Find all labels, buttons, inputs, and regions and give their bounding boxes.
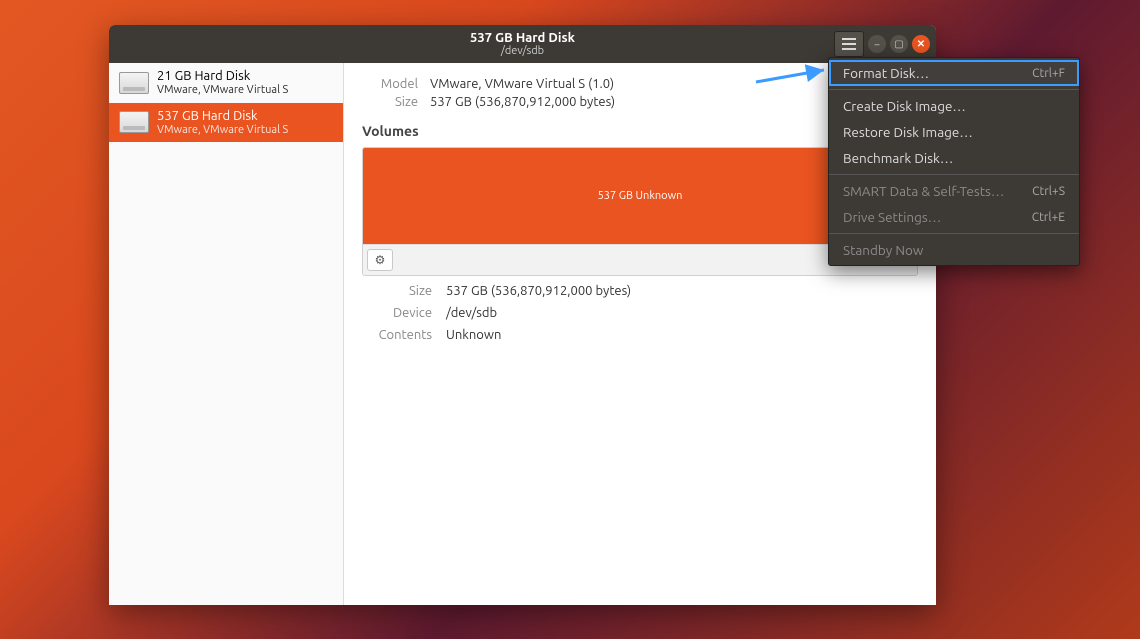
hamburger-menu-button[interactable] bbox=[834, 31, 864, 57]
menu-item: Standby Now bbox=[829, 237, 1079, 263]
label-vol-device: Device bbox=[362, 306, 432, 320]
title-wrap: 537 GB Hard Disk /dev/sdb bbox=[470, 31, 575, 57]
label-vol-contents: Contents bbox=[362, 328, 432, 342]
menu-item[interactable]: Restore Disk Image… bbox=[829, 119, 1079, 145]
disk-name: 537 GB Hard Disk bbox=[157, 109, 288, 124]
volume-bar-text: 537 GB Unknown bbox=[598, 190, 683, 202]
hard-disk-icon bbox=[119, 72, 149, 94]
gear-icon: ⚙ bbox=[375, 253, 386, 267]
menu-item[interactable]: Create Disk Image… bbox=[829, 93, 1079, 119]
menu-item-shortcut: Ctrl+E bbox=[1032, 211, 1065, 224]
volume-options-button[interactable]: ⚙ bbox=[367, 249, 393, 271]
value-size: 537 GB (536,870,912,000 bytes) bbox=[430, 95, 615, 109]
disk-sub: VMware, VMware Virtual S bbox=[157, 84, 288, 97]
kv-vol-size: Size 537 GB (536,870,912,000 bytes) bbox=[362, 284, 918, 298]
hard-disk-icon bbox=[119, 111, 149, 133]
menu-item: SMART Data & Self-Tests… Ctrl+S bbox=[829, 178, 1079, 204]
kv-vol-device: Device /dev/sdb bbox=[362, 306, 918, 320]
sidebar-disk-item-selected[interactable]: 537 GB Hard Disk VMware, VMware Virtual … bbox=[109, 103, 343, 143]
disk-name: 21 GB Hard Disk bbox=[157, 69, 288, 84]
menu-item: Drive Settings… Ctrl+E bbox=[829, 204, 1079, 230]
titlebar: 537 GB Hard Disk /dev/sdb – ▢ ✕ bbox=[109, 25, 936, 63]
disks-window: 537 GB Hard Disk /dev/sdb – ▢ ✕ 21 GB Ha… bbox=[109, 25, 936, 605]
value-vol-size: 537 GB (536,870,912,000 bytes) bbox=[446, 284, 631, 298]
window-body: 21 GB Hard Disk VMware, VMware Virtual S… bbox=[109, 63, 936, 605]
menu-item-label: Format Disk… bbox=[843, 65, 929, 81]
disk-sidebar: 21 GB Hard Disk VMware, VMware Virtual S… bbox=[109, 63, 344, 605]
minimize-button[interactable]: – bbox=[868, 35, 886, 53]
menu-item[interactable]: Format Disk… Ctrl+F bbox=[829, 60, 1079, 86]
menu-separator bbox=[829, 89, 1079, 90]
menu-item-shortcut: Ctrl+S bbox=[1032, 185, 1065, 198]
menu-item[interactable]: Benchmark Disk… bbox=[829, 145, 1079, 171]
maximize-button[interactable]: ▢ bbox=[890, 35, 908, 53]
menu-item-label: SMART Data & Self-Tests… bbox=[843, 183, 1004, 199]
value-vol-device: /dev/sdb bbox=[446, 306, 497, 320]
menu-item-label: Standby Now bbox=[843, 242, 923, 258]
window-subtitle: /dev/sdb bbox=[470, 45, 575, 57]
menu-separator bbox=[829, 233, 1079, 234]
menu-item-label: Drive Settings… bbox=[843, 209, 941, 225]
label-vol-size: Size bbox=[362, 284, 432, 298]
menu-item-label: Benchmark Disk… bbox=[843, 150, 953, 166]
value-model: VMware, VMware Virtual S (1.0) bbox=[430, 77, 614, 91]
disk-sub: VMware, VMware Virtual S bbox=[157, 124, 288, 137]
sidebar-disk-item[interactable]: 21 GB Hard Disk VMware, VMware Virtual S bbox=[109, 63, 343, 103]
label-model: Model bbox=[362, 77, 418, 91]
menu-item-label: Create Disk Image… bbox=[843, 98, 966, 114]
kv-vol-contents: Contents Unknown bbox=[362, 328, 918, 342]
menu-item-label: Restore Disk Image… bbox=[843, 124, 973, 140]
menu-item-shortcut: Ctrl+F bbox=[1032, 67, 1065, 80]
disk-context-menu[interactable]: Format Disk… Ctrl+F Create Disk Image… Rest… bbox=[828, 57, 1080, 266]
menu-separator bbox=[829, 174, 1079, 175]
value-vol-contents: Unknown bbox=[446, 328, 501, 342]
disk-labels: 21 GB Hard Disk VMware, VMware Virtual S bbox=[157, 69, 288, 97]
disk-labels: 537 GB Hard Disk VMware, VMware Virtual … bbox=[157, 109, 288, 137]
close-button[interactable]: ✕ bbox=[912, 35, 930, 53]
window-title: 537 GB Hard Disk bbox=[470, 31, 575, 45]
label-size: Size bbox=[362, 95, 418, 109]
